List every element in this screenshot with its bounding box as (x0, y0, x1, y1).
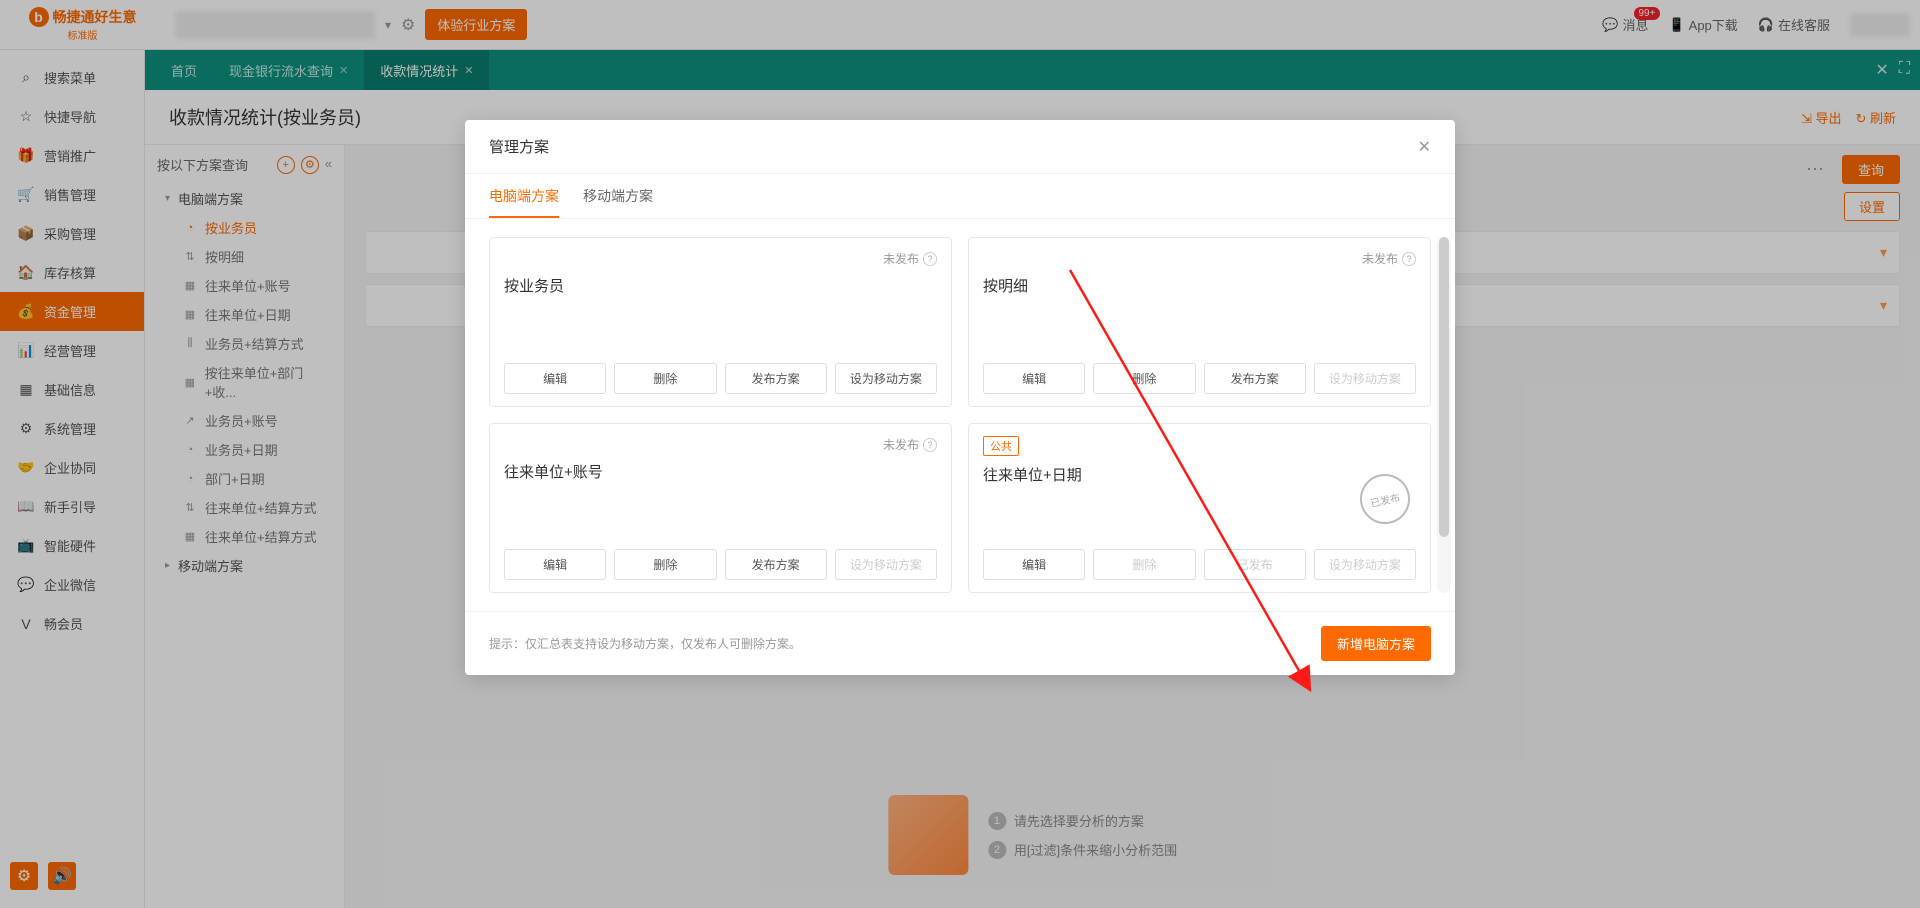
published-button: 已发布 (1204, 549, 1306, 580)
card-top: 未发布? (504, 250, 937, 267)
publish-button[interactable]: 发布方案 (725, 363, 827, 394)
card-actions: 编辑删除发布方案设为移动方案 (983, 363, 1416, 394)
info-icon[interactable]: ? (923, 438, 937, 452)
modal-tabs: 电脑端方案 移动端方案 (465, 174, 1455, 219)
edit-button[interactable]: 编辑 (504, 363, 606, 394)
scheme-card: 公共往来单位+日期已发布编辑删除已发布设为移动方案 (968, 423, 1431, 593)
card-title: 往来单位+账号 (504, 461, 937, 482)
scheme-card: 未发布? 按业务员编辑删除发布方案设为移动方案 (489, 237, 952, 407)
delete-button[interactable]: 删除 (1093, 363, 1195, 394)
manage-scheme-modal: 管理方案 ✕ 电脑端方案 移动端方案 未发布?按业务员编辑删除发布方案设为移动方… (465, 120, 1455, 675)
edit-button[interactable]: 编辑 (504, 549, 606, 580)
card-title: 按明细 (983, 275, 1416, 296)
modal-hint: 提示：仅汇总表支持设为移动方案，仅发布人可删除方案。 (489, 635, 801, 652)
modal-mask: 管理方案 ✕ 电脑端方案 移动端方案 未发布?按业务员编辑删除发布方案设为移动方… (0, 0, 1920, 908)
card-title: 按业务员 (504, 275, 937, 296)
info-icon[interactable]: ? (923, 252, 937, 266)
modal-title: 管理方案 (489, 136, 549, 157)
card-top: 未发布? (983, 250, 1416, 267)
set-mobile-button: 设为移动方案 (1314, 363, 1416, 394)
public-tag: 公共 (983, 436, 1019, 456)
publish-button[interactable]: 发布方案 (1204, 363, 1306, 394)
set-mobile-button[interactable]: 设为移动方案 (835, 363, 937, 394)
set-mobile-button: 设为移动方案 (835, 549, 937, 580)
card-top: 公共 (983, 436, 1416, 456)
card-status: 未发布 (883, 250, 919, 267)
publish-button[interactable]: 发布方案 (725, 549, 827, 580)
delete-button[interactable]: 删除 (614, 549, 716, 580)
edit-button[interactable]: 编辑 (983, 549, 1085, 580)
modal-footer: 提示：仅汇总表支持设为移动方案，仅发布人可删除方案。 新增电脑方案 (465, 611, 1455, 675)
scheme-card: 未发布? 往来单位+账号编辑删除发布方案设为移动方案 (489, 423, 952, 593)
info-icon[interactable]: ? (1402, 252, 1416, 266)
card-actions: 编辑删除发布方案设为移动方案 (504, 549, 937, 580)
delete-button: 删除 (1093, 549, 1195, 580)
scrollbar[interactable] (1437, 237, 1451, 593)
modal-body: 未发布?按业务员编辑删除发布方案设为移动方案未发布?按明细编辑删除发布方案设为移… (465, 219, 1455, 611)
set-mobile-button: 设为移动方案 (1314, 549, 1416, 580)
card-title: 往来单位+日期 (983, 464, 1416, 485)
card-actions: 编辑删除已发布设为移动方案 (983, 549, 1416, 580)
card-status: 未发布 (1362, 250, 1398, 267)
scrollbar-thumb[interactable] (1439, 237, 1449, 537)
modal-header: 管理方案 ✕ (465, 120, 1455, 174)
card-actions: 编辑删除发布方案设为移动方案 (504, 363, 937, 394)
add-scheme-button[interactable]: 新增电脑方案 (1321, 626, 1431, 661)
scheme-card: 未发布? 按明细编辑删除发布方案设为移动方案 (968, 237, 1431, 407)
edit-button[interactable]: 编辑 (983, 363, 1085, 394)
modal-tab-desktop[interactable]: 电脑端方案 (489, 186, 559, 218)
close-icon[interactable]: ✕ (1418, 137, 1431, 157)
delete-button[interactable]: 删除 (614, 363, 716, 394)
card-top: 未发布? (504, 436, 937, 453)
card-status: 未发布 (883, 436, 919, 453)
modal-tab-mobile[interactable]: 移动端方案 (583, 186, 653, 218)
